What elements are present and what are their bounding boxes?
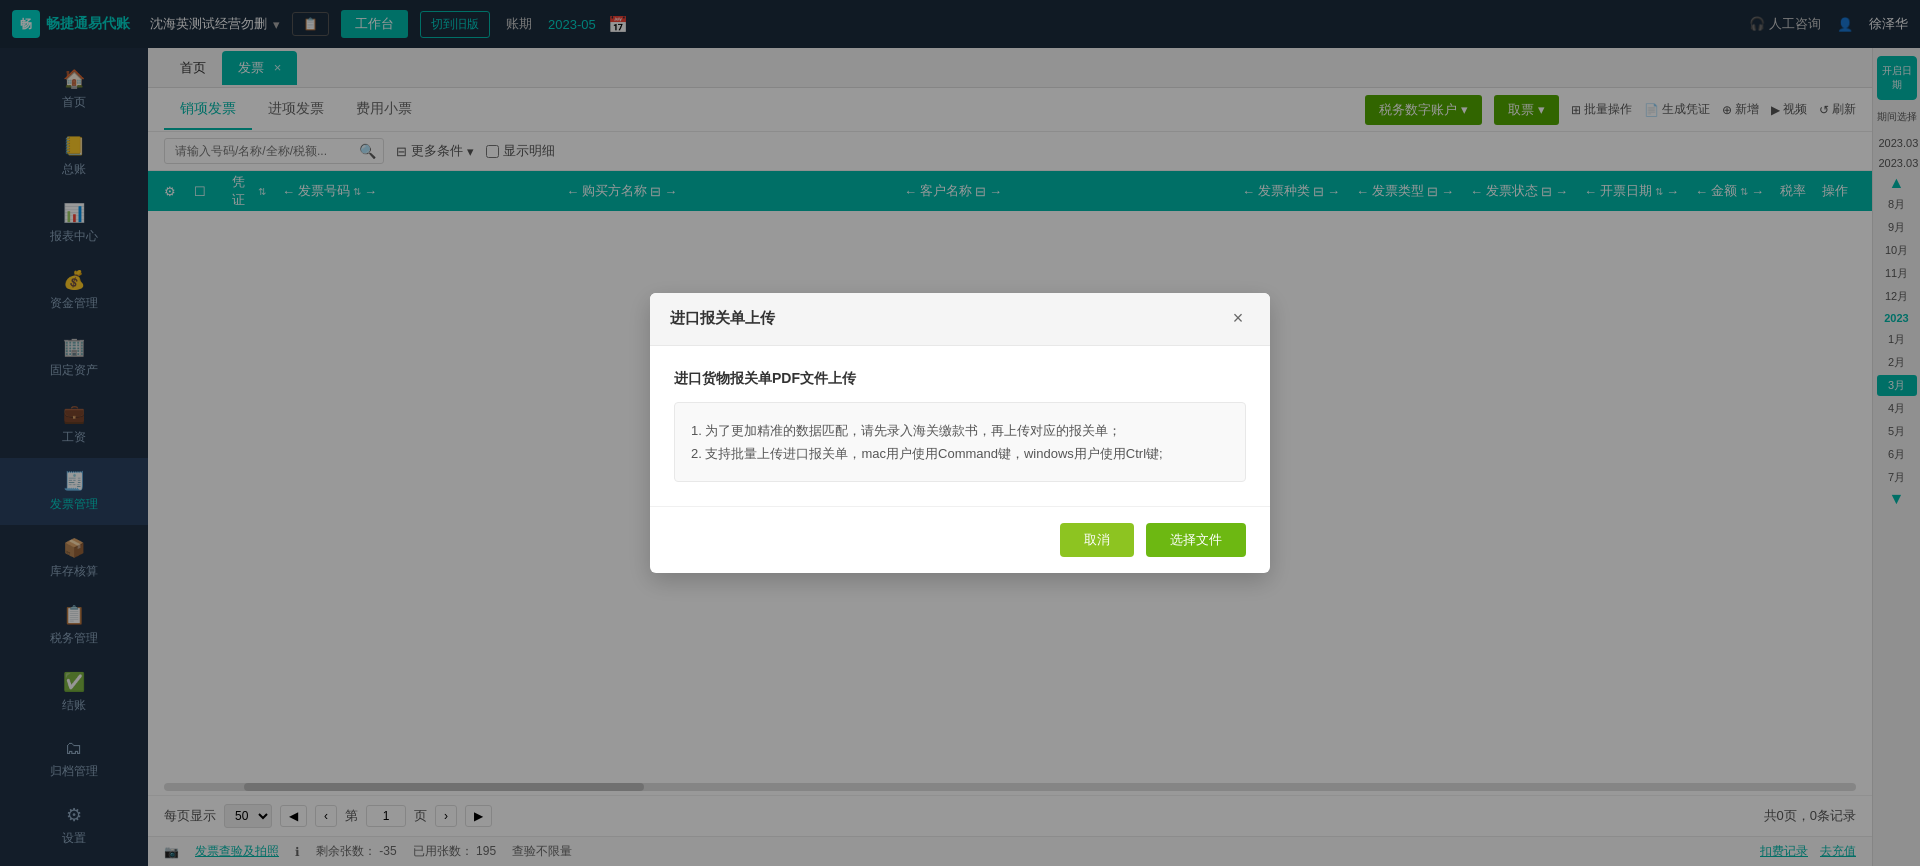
modal-info-item-2: 2. 支持批量上传进口报关单，mac用户使用Command键，windows用户…	[691, 442, 1229, 465]
modal-header: 进口报关单上传 ×	[650, 293, 1270, 346]
modal-cancel-button[interactable]: 取消	[1060, 523, 1134, 557]
modal-info-item-1: 1. 为了更加精准的数据匹配，请先录入海关缴款书，再上传对应的报关单；	[691, 419, 1229, 442]
select-file-button[interactable]: 选择文件	[1146, 523, 1246, 557]
import-customs-modal: 进口报关单上传 × 进口货物报关单PDF文件上传 1. 为了更加精准的数据匹配，…	[650, 293, 1270, 574]
modal-title: 进口报关单上传	[670, 309, 775, 328]
modal-body: 进口货物报关单PDF文件上传 1. 为了更加精准的数据匹配，请先录入海关缴款书，…	[650, 346, 1270, 507]
modal-footer: 取消 选择文件	[650, 506, 1270, 573]
modal-info-box: 1. 为了更加精准的数据匹配，请先录入海关缴款书，再上传对应的报关单； 2. 支…	[674, 402, 1246, 483]
modal-section-title: 进口货物报关单PDF文件上传	[674, 370, 1246, 388]
modal-overlay[interactable]: 进口报关单上传 × 进口货物报关单PDF文件上传 1. 为了更加精准的数据匹配，…	[0, 0, 1920, 866]
modal-close-button[interactable]: ×	[1226, 307, 1250, 331]
